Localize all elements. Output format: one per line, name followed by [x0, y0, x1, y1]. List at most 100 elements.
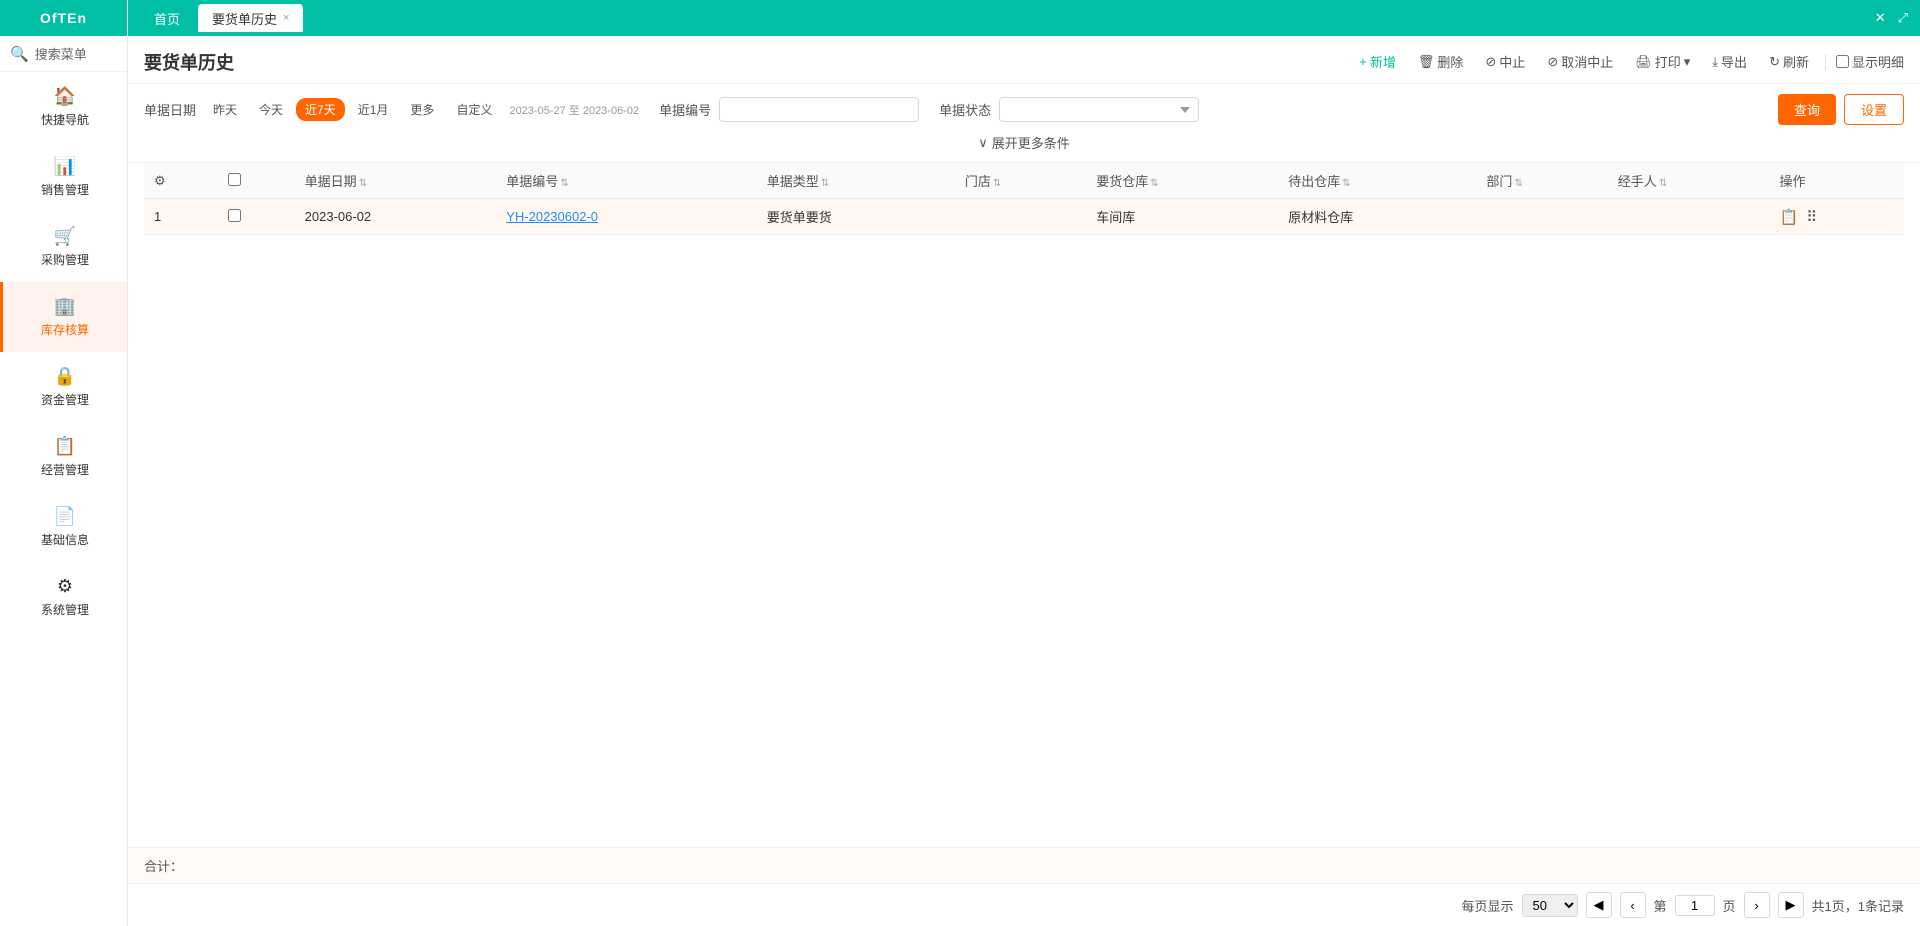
- status-label: 单据状态: [939, 100, 991, 119]
- date-filter-group: 单据日期 昨天 今天 近7天 近1月 更多 自定义 2023-05-27 至 2…: [144, 98, 639, 121]
- refresh-icon: ↻: [1769, 54, 1780, 70]
- next-page-btn[interactable]: ›: [1744, 892, 1770, 918]
- cell-doctype-0: 要货单要货: [757, 199, 955, 235]
- sales-icon: 📊: [54, 156, 76, 177]
- cell-docno-0[interactable]: YH-20230602-0: [496, 199, 757, 235]
- quick-nav-label: 快捷导航: [41, 111, 89, 128]
- print-dropdown-icon: ▾: [1684, 54, 1691, 70]
- purchase-icon: 🛒: [54, 226, 76, 247]
- show-detail-toggle[interactable]: 显示明细: [1836, 52, 1904, 71]
- filter-actions: 查询 设置: [1778, 94, 1904, 125]
- delete-icon: 🗑: [1418, 54, 1435, 70]
- delete-button[interactable]: 🗑 删除: [1412, 48, 1470, 75]
- page-title: 要货单历史: [144, 49, 234, 75]
- sidebar-item-basic-info[interactable]: 📄 基础信息: [0, 492, 127, 562]
- sidebar-item-purchase[interactable]: 🛒 采购管理: [0, 212, 127, 282]
- stop-button[interactable]: ⊘ 中止: [1479, 48, 1531, 75]
- show-detail-checkbox[interactable]: [1836, 55, 1849, 68]
- quick-nav-icon: 🏠: [54, 86, 76, 107]
- page-number-input[interactable]: [1675, 895, 1715, 916]
- edit-icon-0[interactable]: 📋: [1780, 208, 1799, 226]
- col-doc-date[interactable]: 单据日期⇅: [295, 163, 497, 199]
- col-handler[interactable]: 经手人⇅: [1608, 163, 1770, 199]
- cancel-stop-icon: ⊘: [1547, 54, 1558, 70]
- date-btn-more[interactable]: 更多: [401, 98, 443, 121]
- date-btn-today[interactable]: 今天: [250, 98, 292, 121]
- refresh-button[interactable]: ↻ 刷新: [1763, 48, 1815, 75]
- tab-close-icon[interactable]: ×: [283, 12, 289, 24]
- select-all-checkbox[interactable]: [228, 173, 241, 186]
- col-checkbox[interactable]: [218, 163, 295, 199]
- date-range-display: 2023-05-27 至 2023-06-02: [509, 102, 639, 118]
- new-button[interactable]: + 新增: [1353, 48, 1402, 75]
- page-size-select[interactable]: 50 10 20 100: [1522, 894, 1578, 917]
- table-footer: 合计：: [128, 847, 1920, 883]
- expand-more-btn[interactable]: ∨ 展开更多条件: [144, 133, 1904, 152]
- inventory-label: 库存核算: [41, 321, 89, 338]
- col-doc-no[interactable]: 单据编号⇅: [496, 163, 757, 199]
- sidebar-item-finance[interactable]: 🔒 资金管理: [0, 352, 127, 422]
- system-icon: ⚙: [57, 576, 73, 597]
- tab-home-label: 首页: [154, 9, 180, 28]
- date-btn-last7days[interactable]: 近7天: [296, 98, 345, 121]
- col-shop[interactable]: 门店⇅: [955, 163, 1086, 199]
- sidebar-logo: OfTEn: [0, 0, 127, 36]
- col-settings[interactable]: ⚙: [144, 163, 218, 199]
- date-btn-custom[interactable]: 自定义: [447, 98, 501, 121]
- search-menu-label: 搜索菜单: [35, 44, 87, 63]
- export-icon: ⤓: [1712, 54, 1718, 70]
- sidebar-item-system[interactable]: ⚙ 系统管理: [0, 562, 127, 632]
- more-icon-0[interactable]: ⠿: [1806, 208, 1817, 226]
- filter-row-1: 单据日期 昨天 今天 近7天 近1月 更多 自定义 2023-05-27 至 2…: [144, 94, 1904, 125]
- sidebar-nav: 🏠 快捷导航 📊 销售管理 🛒 采购管理 🏢 库存核算 🔒 资金管理 📋 经营管…: [0, 72, 127, 632]
- stop-label: 中止: [1499, 52, 1525, 71]
- table-body: 1 2023-06-02 YH-20230602-0 要货单要货 车间库 原材料…: [144, 199, 1904, 235]
- col-doc-type[interactable]: 单据类型⇅: [757, 163, 955, 199]
- page-label-prefix: 第: [1654, 896, 1667, 915]
- first-page-btn[interactable]: ◀: [1586, 892, 1612, 918]
- col-action: 操作: [1770, 163, 1904, 199]
- tab-bar-right: ✕ ⤢: [1875, 10, 1908, 26]
- window-close-btn[interactable]: ✕: [1875, 10, 1886, 26]
- tab-requisition-history[interactable]: 要货单历史 ×: [198, 4, 303, 32]
- cancel-stop-button[interactable]: ⊘ 取消中止: [1541, 48, 1619, 75]
- cell-handler-0: [1608, 199, 1770, 235]
- date-btn-yesterday[interactable]: 昨天: [204, 98, 246, 121]
- sales-label: 销售管理: [41, 181, 89, 198]
- sidebar-search[interactable]: 🔍 搜索菜单: [0, 36, 127, 72]
- cell-cb-0[interactable]: [218, 199, 295, 235]
- date-btn-last1month[interactable]: 近1月: [349, 98, 398, 121]
- col-department[interactable]: 部门⇅: [1476, 163, 1607, 199]
- prev-page-btn[interactable]: ‹: [1620, 892, 1646, 918]
- status-filter-group: 单据状态: [939, 97, 1199, 122]
- col-req-warehouse[interactable]: 要货仓库⇅: [1086, 163, 1278, 199]
- print-icon: 🖨: [1635, 54, 1652, 70]
- col-pending-warehouse[interactable]: 待出仓库⇅: [1278, 163, 1476, 199]
- print-button[interactable]: 🖨 打印 ▾: [1629, 48, 1696, 75]
- delete-label: 删除: [1437, 52, 1463, 71]
- row-checkbox-0[interactable]: [228, 209, 241, 222]
- search-button[interactable]: 查询: [1778, 94, 1836, 125]
- last-page-btn[interactable]: ▶: [1778, 892, 1804, 918]
- inventory-icon: 🏢: [54, 296, 76, 317]
- toolbar-divider: [1825, 54, 1826, 70]
- settings-button[interactable]: 设置: [1844, 94, 1904, 125]
- new-icon: +: [1359, 54, 1367, 69]
- expand-more-label: 展开更多条件: [992, 133, 1070, 152]
- cell-shop-0: [955, 199, 1086, 235]
- sidebar-item-operation[interactable]: 📋 经营管理: [0, 422, 127, 492]
- page-size-label: 每页显示: [1461, 896, 1513, 915]
- sidebar-item-quick-nav[interactable]: 🏠 快捷导航: [0, 72, 127, 142]
- sidebar-item-sales[interactable]: 📊 销售管理: [0, 142, 127, 212]
- doc-no-input[interactable]: [719, 97, 919, 122]
- tab-bar: 首页 要货单历史 × ✕ ⤢: [128, 0, 1920, 36]
- doc-no-label: 单据编号: [659, 100, 711, 119]
- status-select[interactable]: [999, 97, 1199, 122]
- tab-home[interactable]: 首页: [140, 4, 194, 32]
- page-header: 要货单历史 + 新增 🗑 删除 ⊘ 中止 ⊘ 取消中止: [128, 36, 1920, 84]
- export-button[interactable]: ⤓ 导出: [1706, 48, 1753, 75]
- basic-info-label: 基础信息: [41, 531, 89, 548]
- sidebar-item-inventory[interactable]: 🏢 库存核算: [0, 282, 127, 352]
- doc-no-filter-group: 单据编号: [659, 97, 919, 122]
- window-maximize-btn[interactable]: ⤢: [1898, 10, 1908, 26]
